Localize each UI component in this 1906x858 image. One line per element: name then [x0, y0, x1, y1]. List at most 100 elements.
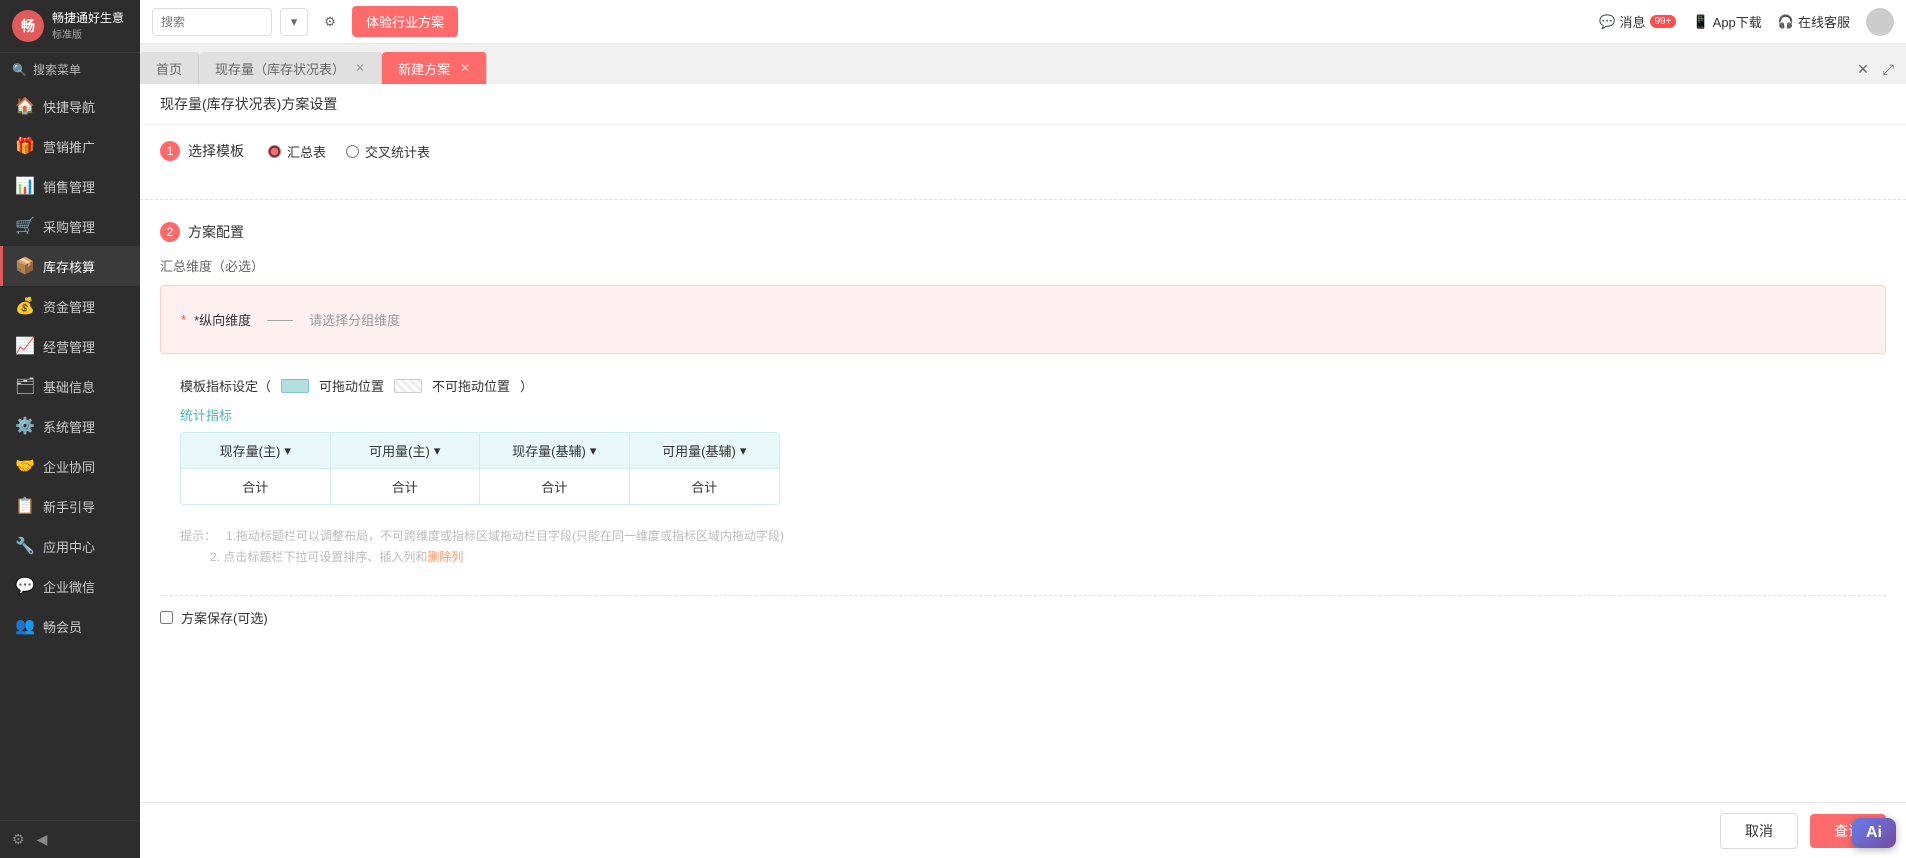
cooperation-icon: 🤝 [15, 456, 35, 476]
sidebar-item-newcomer[interactable]: 📋 新手引导 [0, 486, 140, 526]
sidebar-search-label: 搜索菜单 [33, 61, 81, 78]
step1-title: 选择模板 [188, 141, 244, 161]
close-panel-icon[interactable]: ✕ [1853, 59, 1873, 80]
stats-table-header: 现存量(主) ▾ 可用量(主) ▾ 现存量(基辅) ▾ [181, 433, 779, 468]
radio-crosstab-label: 交叉统计表 [365, 142, 430, 161]
sidebar-logo: 畅 畅捷通好生意 标准版 [0, 0, 140, 53]
draggable-indicator-box [281, 379, 309, 393]
collapse-icon[interactable]: ◀ [37, 831, 48, 848]
col-label-0: 现存量(主) [220, 441, 281, 460]
finance-icon: 💰 [15, 296, 35, 316]
radio-summary-label: 汇总表 [287, 142, 326, 161]
system-icon: ⚙️ [15, 416, 35, 436]
tab-home[interactable]: 首页 [140, 52, 199, 84]
col-label-1: 可用量(主) [369, 441, 430, 460]
sidebar-item-system[interactable]: ⚙️ 系统管理 [0, 406, 140, 446]
tip-0: 提示： 1.拖动标题栏可以调整布局，不可跨维度或指标区域拖动栏目字段(只能在同一… [180, 527, 1866, 544]
app-name: 畅捷通好生意 [52, 11, 124, 27]
tabs-bar: 首页 现存量（库存状况表） ✕ 新建方案 ✕ ✕ ⤢ [140, 44, 1906, 84]
col-header-1[interactable]: 可用量(主) ▾ [331, 433, 481, 468]
app-download-btn[interactable]: 📱 App下载 [1692, 12, 1761, 31]
sidebar-item-cooperation[interactable]: 🤝 企业协同 [0, 446, 140, 486]
sidebar-scroll: 🔍 搜索菜单 🏠 快捷导航 🎁 营销推广 📊 销售管理 🛒 采购管理 📦 库存核… [0, 53, 140, 820]
online-service-btn[interactable]: 🎧 在线客服 [1778, 12, 1850, 31]
marketing-icon: 🎁 [15, 136, 35, 156]
radio-crosstab[interactable]: 交叉统计表 [346, 142, 430, 161]
sidebar-search[interactable]: 🔍 搜索菜单 [0, 53, 140, 86]
sidebar-item-quicknav[interactable]: 🏠 快捷导航 [0, 86, 140, 126]
inventory-icon: 📦 [15, 256, 35, 276]
dimension-required-area: * *纵向维度 —— 请选择分组维度 [160, 285, 1886, 354]
tab-new-plan[interactable]: 新建方案 ✕ [382, 52, 487, 84]
expand-panel-icon[interactable]: ⤢ [1879, 59, 1898, 80]
col-dropdown-icon-3: ▾ [740, 443, 747, 459]
main-area: ▾ ⚙ 体验行业方案 💬 消息 99+ 📱 App下载 🎧 在线客服 [140, 0, 1906, 858]
stats-title: 统计指标 [180, 405, 1866, 424]
topbar-right: 💬 消息 99+ 📱 App下载 🎧 在线客服 [1599, 8, 1894, 36]
service-icon: 🎧 [1778, 14, 1794, 30]
sidebar-item-operations[interactable]: 📈 经营管理 [0, 326, 140, 366]
sidebar-item-sales[interactable]: 📊 销售管理 [0, 166, 140, 206]
sidebar-item-marketing[interactable]: 🎁 营销推广 [0, 126, 140, 166]
sidebar-item-label: 企业协同 [43, 457, 95, 476]
footer-bar: 取消 查询 [140, 802, 1906, 858]
sidebar-item-label: 新手引导 [43, 497, 95, 516]
tab-home-label: 首页 [156, 59, 182, 78]
dimension-placeholder: 请选择分组维度 [309, 310, 400, 329]
template-radio-group: 汇总表 交叉统计表 [268, 142, 430, 161]
vertical-dimension-label: *纵向维度 [194, 310, 251, 329]
tip-1: 2. 点击标题栏下拉可设置排序、插入列和删除列 [180, 548, 1866, 565]
col-dropdown-icon-0: ▾ [284, 443, 291, 459]
gear-icon[interactable]: ⚙ [316, 8, 344, 36]
sidebar-item-label: 营销推广 [43, 137, 95, 156]
industry-btn[interactable]: 体验行业方案 [352, 6, 458, 37]
sidebar-item-basic[interactable]: 🗂 基础信息 [0, 366, 140, 406]
ai-fab-button[interactable]: Ai [1852, 818, 1896, 848]
basic-icon: 🗂 [15, 376, 35, 396]
sidebar-item-label: 销售管理 [43, 177, 95, 196]
radio-crosstab-input[interactable] [346, 145, 359, 158]
sidebar-item-label: 资金管理 [43, 297, 95, 316]
divider-1 [140, 199, 1906, 200]
col-header-0[interactable]: 现存量(主) ▾ [181, 433, 331, 468]
cancel-button[interactable]: 取消 [1720, 813, 1798, 849]
radio-summary-input[interactable] [268, 145, 281, 158]
non-draggable-label: 不可拖动位置 [432, 376, 510, 395]
sidebar-item-appcenter[interactable]: 🔧 应用中心 [0, 526, 140, 566]
sales-icon: 📊 [15, 176, 35, 196]
step2-section: 2 方案配置 汇总维度（必选） * *纵向维度 —— 请选择分组维度 模板指标设… [140, 208, 1906, 595]
sidebar-footer: ⚙ ◀ [0, 820, 140, 858]
stats-section: 统计指标 现存量(主) ▾ 可用量(主) ▾ [160, 405, 1886, 505]
tab-inventory-status[interactable]: 现存量（库存状况表） ✕ [199, 52, 382, 84]
sidebar-item-inventory[interactable]: 📦 库存核算 [0, 246, 140, 286]
tab-inventory-close[interactable]: ✕ [355, 61, 365, 75]
sidebar-item-member[interactable]: 👥 畅会员 [0, 606, 140, 646]
quicknav-icon: 🏠 [15, 96, 35, 116]
col-header-2[interactable]: 现存量(基辅) ▾ [480, 433, 630, 468]
sidebar-item-purchase[interactable]: 🛒 采购管理 [0, 206, 140, 246]
indicator-row: 模板指标设定（ 可拖动位置 不可拖动位置 ） [160, 366, 1886, 405]
logo-icon: 畅 [12, 10, 44, 42]
user-avatar[interactable] [1866, 8, 1894, 36]
sidebar-item-label: 应用中心 [43, 537, 95, 556]
save-checkbox[interactable] [160, 611, 173, 624]
search-input[interactable] [152, 8, 272, 36]
messages-btn[interactable]: 💬 消息 99+ [1599, 12, 1676, 31]
sidebar-item-finance[interactable]: 💰 资金管理 [0, 286, 140, 326]
sidebar-item-label: 库存核算 [43, 257, 95, 276]
wechat-icon: 💬 [15, 576, 35, 596]
sidebar-item-wechat[interactable]: 💬 企业微信 [0, 566, 140, 606]
col-dropdown-icon-1: ▾ [434, 443, 441, 459]
stats-table-row-0: 合计 合计 合计 合计 [181, 468, 779, 504]
settings-icon[interactable]: ⚙ [12, 831, 25, 848]
radio-summary[interactable]: 汇总表 [268, 142, 326, 161]
app-download-label: App下载 [1713, 12, 1762, 31]
indicator-suffix: ） [520, 376, 533, 395]
newcomer-icon: 📋 [15, 496, 35, 516]
dropdown-button[interactable]: ▾ [280, 8, 308, 36]
tab-new-plan-close[interactable]: ✕ [460, 61, 470, 75]
required-star: * [181, 312, 186, 327]
dimension-label: 汇总维度（必选） [160, 256, 1886, 275]
step1-badge: 1 [160, 141, 180, 161]
col-header-3[interactable]: 可用量(基辅) ▾ [630, 433, 780, 468]
